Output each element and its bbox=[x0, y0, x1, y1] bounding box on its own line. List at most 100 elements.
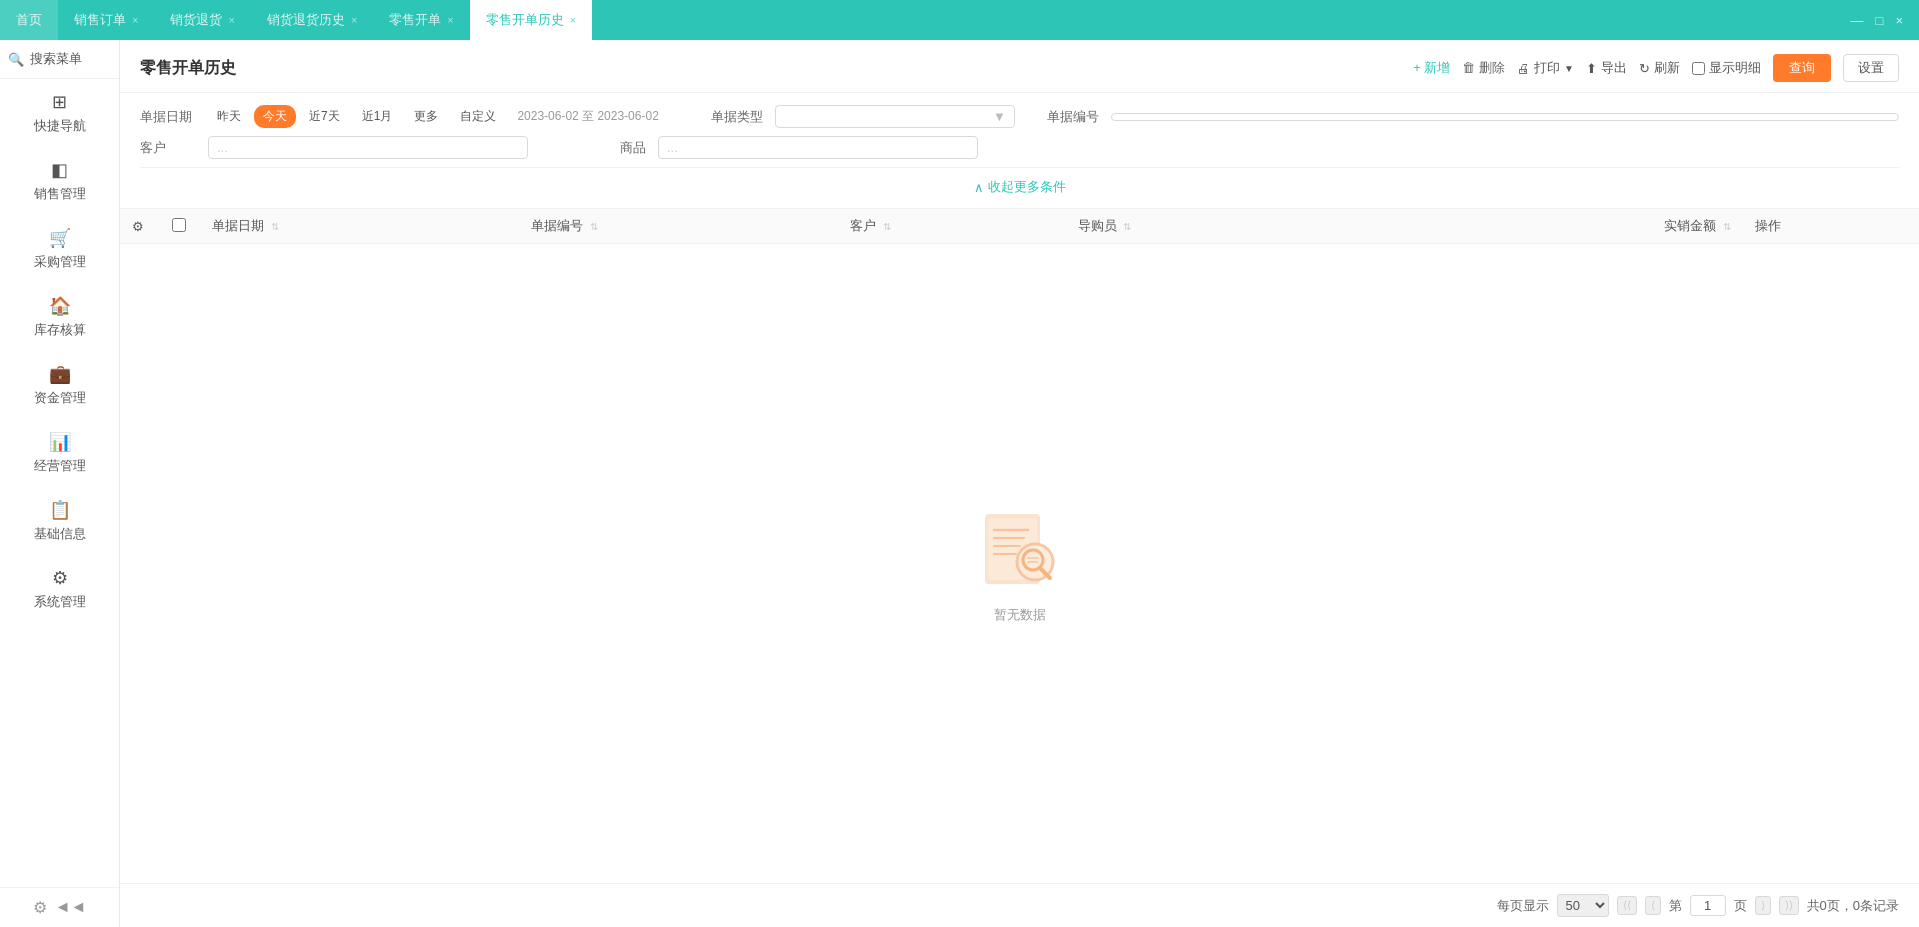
sidebar-item-finance[interactable]: 💼 资金管理 bbox=[0, 351, 119, 419]
page-input[interactable] bbox=[1690, 895, 1726, 916]
sidebar-bottom: ⚙ ◄◄ bbox=[0, 887, 119, 927]
bill-type-select[interactable]: ▼ bbox=[775, 105, 1015, 128]
delete-button[interactable]: 🗑 删除 bbox=[1462, 59, 1505, 77]
settings-button[interactable]: 设置 bbox=[1843, 54, 1899, 82]
print-dropdown-icon: ▼ bbox=[1564, 63, 1574, 74]
window-close[interactable]: × bbox=[1895, 13, 1903, 28]
bill-no-label: 单据编号 bbox=[1047, 108, 1099, 126]
first-page-btn[interactable]: ⟨⟨ bbox=[1617, 896, 1637, 915]
ops-icon: 📊 bbox=[49, 431, 71, 453]
sort-icon[interactable]: ⇅ bbox=[1723, 221, 1731, 232]
col-customer: 客户 ⇅ bbox=[838, 209, 1066, 244]
sales-mgmt-icon: ◧ bbox=[51, 159, 68, 181]
tab-retail-open[interactable]: 零售开单 × bbox=[373, 0, 469, 40]
col-customer-label: 客户 bbox=[850, 218, 876, 233]
table-settings-icon[interactable]: ⚙ bbox=[132, 219, 144, 234]
customer-label: 客户 bbox=[140, 139, 196, 157]
inventory-icon: 🏠 bbox=[49, 295, 71, 317]
window-controls: — □ × bbox=[1851, 13, 1919, 28]
col-amount: 实销金额 ⇅ bbox=[1424, 209, 1743, 244]
page-suffix: 页 bbox=[1734, 897, 1747, 915]
sidebar-item-quick-nav[interactable]: ⊞ 快捷导航 bbox=[0, 79, 119, 147]
sidebar-collapse-btn[interactable]: ◄◄ bbox=[55, 898, 87, 917]
col-action: 操作 bbox=[1743, 209, 1919, 244]
tab-retail-open-history[interactable]: 零售开单历史 × bbox=[470, 0, 592, 40]
prev-page-btn[interactable]: ⟨ bbox=[1645, 896, 1661, 915]
content-area: 零售开单历史 + 新增 🗑 删除 🖨 打印 ▼ ⬆ 导出 ↻ 刷新 bbox=[120, 40, 1919, 927]
toolbar: + 新增 🗑 删除 🖨 打印 ▼ ⬆ 导出 ↻ 刷新 显示明细 bbox=[1413, 54, 1899, 82]
sidebar-item-purchase-mgmt[interactable]: 🛒 采购管理 bbox=[0, 215, 119, 283]
tab-close-icon[interactable]: × bbox=[570, 14, 576, 26]
print-button[interactable]: 🖨 打印 ▼ bbox=[1517, 59, 1574, 77]
empty-state: 暂无数据 bbox=[120, 244, 1919, 883]
quick-nav-icon: ⊞ bbox=[52, 91, 67, 113]
sidebar-item-base-info[interactable]: 📋 基础信息 bbox=[0, 487, 119, 555]
query-button[interactable]: 查询 bbox=[1773, 54, 1831, 82]
window-min[interactable]: — bbox=[1851, 13, 1864, 28]
col-no-label: 单据编号 bbox=[531, 218, 583, 233]
date-btn-yesterday[interactable]: 昨天 bbox=[208, 105, 250, 128]
window-max[interactable]: □ bbox=[1876, 13, 1884, 28]
col-action-label: 操作 bbox=[1755, 218, 1781, 233]
col-salesperson-label: 导购员 bbox=[1078, 218, 1117, 233]
last-page-btn[interactable]: ⟩⟩ bbox=[1779, 896, 1799, 915]
nav-tabs: 首页 销售订单 × 销货退货 × 销货退货历史 × 零售开单 × 零售开单历史 … bbox=[0, 0, 1851, 40]
bill-no-input[interactable] bbox=[1111, 113, 1899, 121]
sidebar-item-ops[interactable]: 📊 经营管理 bbox=[0, 419, 119, 487]
sidebar: 🔍 搜索菜单 ⊞ 快捷导航 ◧ 销售管理 🛒 采购管理 🏠 库存核算 💼 资金管… bbox=[0, 40, 120, 927]
tab-close-icon[interactable]: × bbox=[132, 14, 138, 26]
sort-icon[interactable]: ⇅ bbox=[271, 221, 279, 232]
page-label: 第 bbox=[1669, 897, 1682, 915]
per-page-select[interactable]: 50 100 200 bbox=[1557, 894, 1609, 917]
bill-type-label: 单据类型 bbox=[711, 108, 763, 126]
goods-label: 商品 bbox=[620, 139, 646, 157]
data-table: ⚙ 单据日期 ⇅ 单据编号 ⇅ bbox=[120, 209, 1919, 244]
table-area: ⚙ 单据日期 ⇅ 单据编号 ⇅ bbox=[120, 209, 1919, 883]
tab-close-icon[interactable]: × bbox=[351, 14, 357, 26]
tab-sales-return-history[interactable]: 销货退货历史 × bbox=[251, 0, 373, 40]
filter-area: 单据日期 昨天 今天 近7天 近1月 更多 自定义 2023-06-02 至 2… bbox=[120, 93, 1919, 209]
sidebar-settings-btn[interactable]: ⚙ bbox=[33, 898, 47, 917]
sort-icon[interactable]: ⇅ bbox=[1123, 221, 1131, 232]
sidebar-search[interactable]: 🔍 搜索菜单 bbox=[0, 40, 119, 79]
date-btn-last1month[interactable]: 近1月 bbox=[353, 105, 402, 128]
refresh-icon: ↻ bbox=[1639, 61, 1650, 76]
main-layout: 🔍 搜索菜单 ⊞ 快捷导航 ◧ 销售管理 🛒 采购管理 🏠 库存核算 💼 资金管… bbox=[0, 40, 1919, 927]
tab-close-icon[interactable]: × bbox=[228, 14, 234, 26]
sort-icon[interactable]: ⇅ bbox=[590, 221, 598, 232]
refresh-button[interactable]: ↻ 刷新 bbox=[1639, 59, 1680, 77]
collapse-area: ∧ 收起更多条件 bbox=[140, 167, 1899, 196]
tab-sales-return[interactable]: 销货退货 × bbox=[154, 0, 250, 40]
sidebar-item-inventory[interactable]: 🏠 库存核算 bbox=[0, 283, 119, 351]
per-page-label: 每页显示 bbox=[1497, 897, 1549, 915]
sys-mgmt-icon: ⚙ bbox=[52, 567, 68, 589]
date-btn-last7[interactable]: 近7天 bbox=[300, 105, 349, 128]
display-detail-toggle[interactable]: 显示明细 bbox=[1692, 59, 1761, 77]
date-btn-today[interactable]: 今天 bbox=[254, 105, 296, 128]
top-nav: 首页 销售订单 × 销货退货 × 销货退货历史 × 零售开单 × 零售开单历史 … bbox=[0, 0, 1919, 40]
col-amount-label: 实销金额 bbox=[1664, 218, 1716, 233]
select-all-checkbox[interactable] bbox=[172, 218, 186, 232]
customer-input[interactable]: ... bbox=[208, 136, 528, 159]
tab-close-icon[interactable]: × bbox=[447, 14, 453, 26]
col-no: 单据编号 ⇅ bbox=[519, 209, 838, 244]
tab-home[interactable]: 首页 bbox=[0, 0, 58, 40]
next-page-btn[interactable]: ⟩ bbox=[1755, 896, 1771, 915]
pagination: 每页显示 50 100 200 ⟨⟨ ⟨ 第 页 ⟩ ⟩⟩ 共0页，0条记录 bbox=[120, 883, 1919, 927]
sidebar-item-sys-mgmt[interactable]: ⚙ 系统管理 bbox=[0, 555, 119, 623]
col-salesperson: 导购员 ⇅ bbox=[1066, 209, 1339, 244]
sidebar-item-sales-mgmt[interactable]: ◧ 销售管理 bbox=[0, 147, 119, 215]
collapse-button[interactable]: ∧ 收起更多条件 bbox=[974, 178, 1066, 196]
total-info: 共0页，0条记录 bbox=[1807, 897, 1899, 915]
page-title: 零售开单历史 bbox=[140, 58, 236, 79]
bill-type-dropdown-icon: ▼ bbox=[993, 109, 1006, 124]
tab-sales-order[interactable]: 销售订单 × bbox=[58, 0, 154, 40]
goods-input[interactable]: ... bbox=[658, 136, 978, 159]
display-detail-checkbox[interactable] bbox=[1692, 62, 1705, 75]
date-btn-custom[interactable]: 自定义 bbox=[451, 105, 505, 128]
add-button[interactable]: + 新增 bbox=[1413, 59, 1450, 77]
export-button[interactable]: ⬆ 导出 bbox=[1586, 59, 1627, 77]
sort-icon[interactable]: ⇅ bbox=[883, 221, 891, 232]
date-btn-more[interactable]: 更多 bbox=[405, 105, 447, 128]
col-checkbox bbox=[160, 209, 200, 244]
